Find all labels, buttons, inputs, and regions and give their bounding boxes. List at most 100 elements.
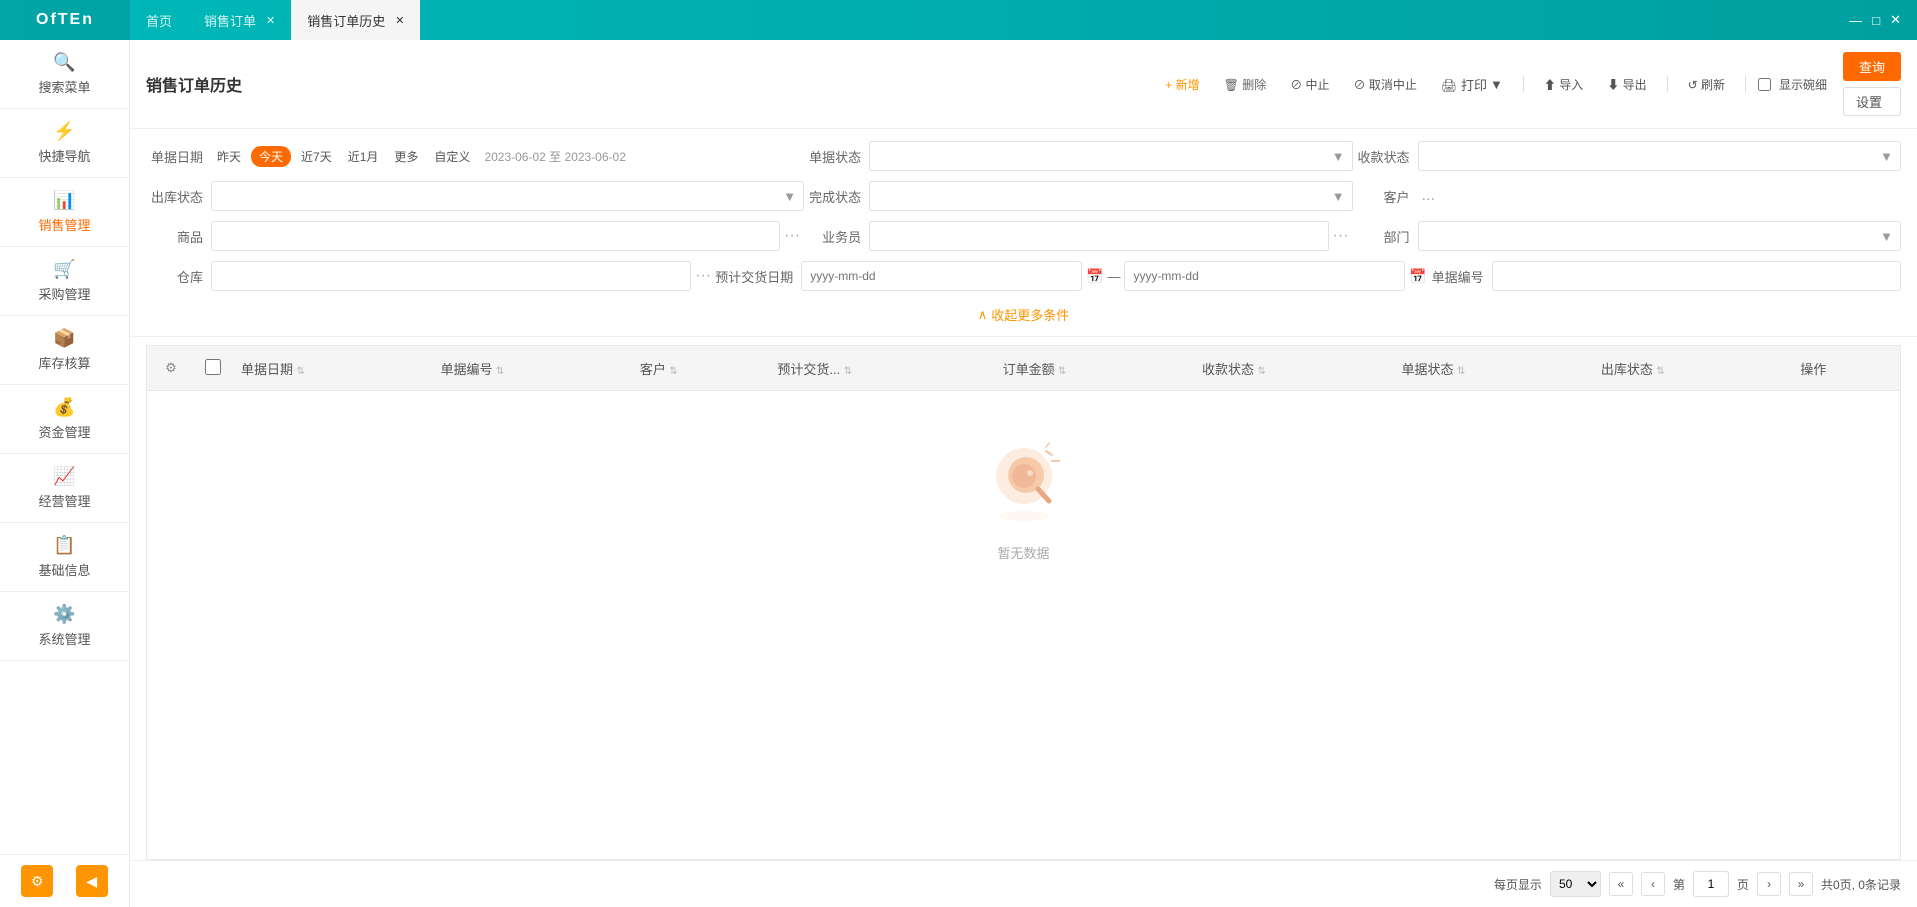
delete-btn[interactable]: 🗑 删除 — [1216, 72, 1275, 97]
tab-sales-order-close[interactable]: ✕ — [266, 14, 275, 27]
main-layout: 🔍 搜索菜单 ⚡ 快捷导航 📊 销售管理 🛒 采购管理 📦 库存核算 💰 资金管… — [0, 40, 1917, 907]
delivery-date-end-cal[interactable]: 📅 — [1409, 268, 1426, 285]
bill-status-select[interactable] — [869, 141, 1352, 171]
th-payment-status-label: 收款状态 — [1202, 362, 1254, 377]
cancel-stop-btn[interactable]: ⊘ 取消中止 — [1346, 72, 1425, 97]
warehouse-label: 仓库 — [146, 267, 211, 286]
salesperson-select[interactable] — [869, 221, 1328, 251]
payment-status-select[interactable] — [1418, 141, 1901, 171]
prev-page-btn[interactable]: ‹ — [1641, 872, 1665, 896]
th-payment-status-sort[interactable]: ⇅ — [1257, 366, 1265, 377]
sidebar-item-finance[interactable]: 💰 资金管理 — [0, 385, 129, 454]
complete-status-select[interactable] — [869, 181, 1352, 211]
shortcut-yesterday[interactable]: 昨天 — [211, 146, 247, 167]
th-amount-sort[interactable]: ⇅ — [1058, 366, 1066, 377]
page-input[interactable] — [1693, 871, 1729, 897]
print-label: 🖨 打印 — [1441, 75, 1487, 94]
sidebar-item-purchase-mgmt[interactable]: 🛒 采购管理 — [0, 247, 129, 316]
th-delivery-date-sort[interactable]: ⇅ — [844, 366, 852, 377]
filter-delivery-date-col: 预计交货日期 📅 — 📅 — [715, 261, 1426, 291]
sidebar-item-search-menu[interactable]: 🔍 搜索菜单 — [0, 40, 129, 109]
customer-dots[interactable]: ... — [1418, 187, 1439, 205]
delivery-date-start[interactable] — [801, 261, 1082, 291]
stop-btn[interactable]: ⊘ 中止 — [1282, 72, 1337, 97]
warehouse-select[interactable] — [211, 261, 691, 291]
department-label: 部门 — [1353, 227, 1418, 246]
table-settings-btn[interactable]: ⚙ — [157, 354, 185, 382]
sidebar-item-sales-mgmt[interactable]: 📊 销售管理 — [0, 178, 129, 247]
tab-sales-order-history-close[interactable]: ✕ — [395, 14, 404, 27]
th-date-sort[interactable]: ⇅ — [296, 366, 304, 377]
settings-btn[interactable]: 设置 — [1843, 87, 1901, 116]
content-area: 销售订单历史 + 新增 🗑 删除 ⊘ 中止 ⊘ 取消中止 🖨 打印 ▼ ⬆ 导入… — [130, 40, 1917, 907]
collapse-bar[interactable]: ∧ 收起更多条件 — [146, 301, 1901, 324]
th-bill-status-sort[interactable]: ⇅ — [1457, 366, 1465, 377]
page-suffix: 页 — [1737, 876, 1749, 893]
shortcut-1month[interactable]: 近1月 — [342, 146, 385, 167]
refresh-btn[interactable]: ↺ 刷新 — [1680, 72, 1733, 97]
salesperson-dots[interactable]: ··· — [1329, 227, 1353, 245]
filter-bill-no-col: 单据编号 — [1427, 261, 1901, 291]
display-cols-checkbox[interactable] — [1758, 78, 1771, 91]
purchase-mgmt-icon: 🛒 — [53, 259, 75, 280]
shortcut-custom[interactable]: 自定义 — [428, 146, 476, 167]
th-bill-no-sort[interactable]: ⇅ — [496, 366, 504, 377]
top-bar-right: — □ ✕ — [1849, 12, 1917, 28]
th-out-status-sort[interactable]: ⇅ — [1656, 366, 1664, 377]
delivery-date-label: 预计交货日期 — [715, 267, 801, 286]
product-select[interactable] — [211, 221, 780, 251]
tab-home[interactable]: 首页 — [130, 0, 188, 40]
next-page-btn[interactable]: › — [1757, 872, 1781, 896]
th-customer-sort[interactable]: ⇅ — [669, 366, 677, 377]
delivery-date-end[interactable] — [1124, 261, 1405, 291]
window-close[interactable]: ✕ — [1890, 12, 1901, 28]
last-page-btn[interactable]: » — [1789, 872, 1813, 896]
page-content: 销售订单历史 + 新增 🗑 删除 ⊘ 中止 ⊘ 取消中止 🖨 打印 ▼ ⬆ 导入… — [130, 40, 1917, 907]
product-dots[interactable]: ··· — [780, 227, 804, 245]
sidebar-item-quick-nav[interactable]: ⚡ 快捷导航 — [0, 109, 129, 178]
department-select[interactable] — [1418, 221, 1901, 251]
import-btn[interactable]: ⬆ 导入 — [1536, 72, 1591, 97]
collapse-label: 收起更多条件 — [991, 305, 1069, 324]
bill-status-select-wrapper: ▼ — [869, 141, 1352, 171]
window-maximize[interactable]: □ — [1872, 13, 1880, 28]
total-info: 共0页, 0条记录 — [1821, 876, 1901, 893]
th-bill-no: 单据编号 ⇅ — [430, 346, 629, 391]
delivery-date-start-cal[interactable]: 📅 — [1086, 268, 1103, 285]
quick-nav-icon: ⚡ — [53, 121, 75, 142]
sidebar-item-operations[interactable]: 📈 经营管理 — [0, 454, 129, 523]
new-btn[interactable]: + 新增 — [1157, 72, 1207, 97]
select-all-checkbox[interactable] — [205, 359, 221, 375]
sidebar-settings-btn[interactable]: ⚙ — [21, 865, 53, 897]
sidebar-item-sys-mgmt[interactable]: ⚙️ 系统管理 — [0, 592, 129, 661]
print-btn[interactable]: 🖨 打印 ▼ — [1433, 71, 1511, 98]
sidebar-collapse-btn[interactable]: ◀ — [76, 865, 108, 897]
tab-sales-order-history[interactable]: 销售订单历史 ✕ — [291, 0, 420, 40]
warehouse-dots[interactable]: ··· — [691, 267, 715, 285]
filter-payment-status-col: 收款状态 ▼ — [1353, 141, 1901, 171]
shortcut-7days[interactable]: 近7天 — [295, 146, 338, 167]
tab-sales-order[interactable]: 销售订单 ✕ — [188, 0, 291, 40]
shortcut-more[interactable]: 更多 — [388, 146, 424, 167]
warehouse-select-wrapper — [211, 261, 691, 291]
sidebar-item-base-info[interactable]: 📋 基础信息 — [0, 523, 129, 592]
query-btn[interactable]: 查询 — [1843, 52, 1901, 81]
product-select-wrapper — [211, 221, 780, 251]
search-menu-icon: 🔍 — [53, 52, 75, 73]
bill-no-input[interactable] — [1492, 261, 1901, 291]
filter-row-4: 仓库 ··· 预计交货日期 📅 — 📅 — [146, 261, 1901, 291]
collapse-up-icon: ∧ — [978, 307, 988, 323]
page-label: 第 — [1673, 876, 1685, 893]
print-arrow: ▼ — [1490, 77, 1503, 92]
shortcut-today[interactable]: 今天 — [251, 146, 291, 167]
sidebar-item-operations-label: 经营管理 — [38, 491, 90, 510]
per-page-select[interactable]: 50 10 20 100 — [1550, 871, 1601, 897]
out-status-select[interactable] — [211, 181, 804, 211]
first-page-btn[interactable]: « — [1609, 872, 1633, 896]
th-customer: 客户 ⇅ — [630, 346, 768, 391]
export-btn[interactable]: ⬇ 导出 — [1599, 72, 1654, 97]
th-operations: 操作 — [1790, 346, 1900, 391]
complete-status-select-wrapper: ▼ — [869, 181, 1352, 211]
sidebar-item-inventory[interactable]: 📦 库存核算 — [0, 316, 129, 385]
window-minimize[interactable]: — — [1849, 13, 1862, 28]
